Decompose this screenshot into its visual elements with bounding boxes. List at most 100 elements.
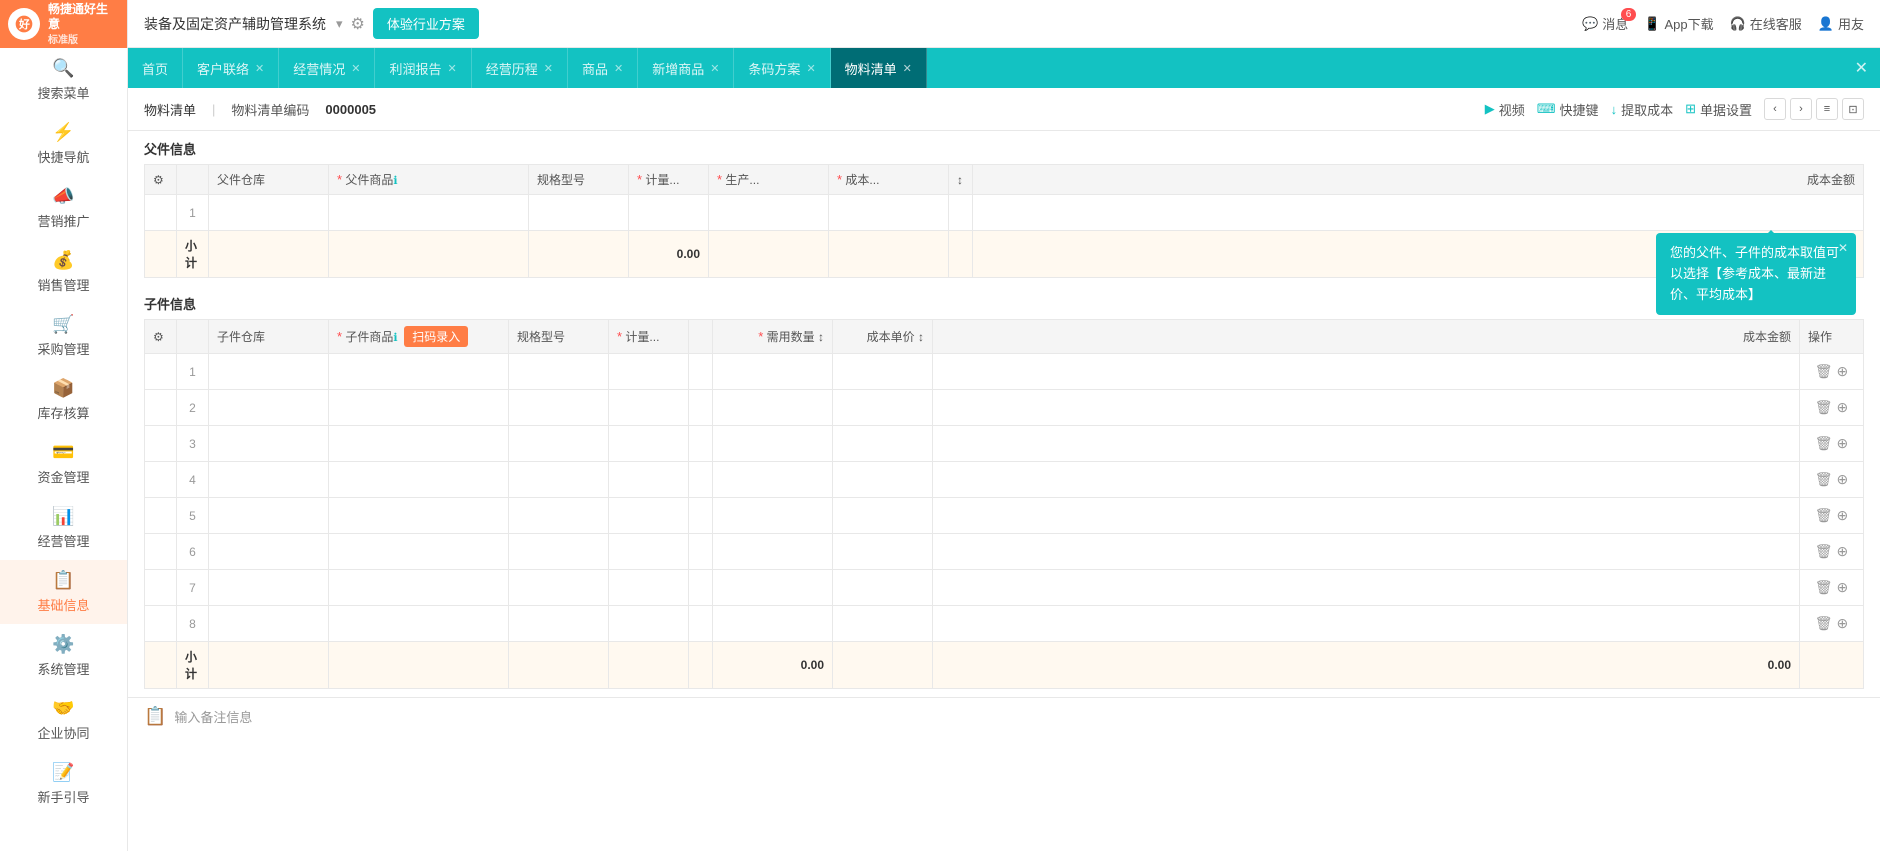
dropdown-arrow-icon[interactable]: ▾	[336, 16, 343, 32]
copy-icon[interactable]: ⊕	[1837, 615, 1849, 632]
td-production[interactable]	[709, 195, 829, 231]
td-spec[interactable]	[509, 426, 609, 462]
tooltip-close-btn[interactable]: ✕	[1838, 239, 1848, 258]
td-child-warehouse[interactable]	[209, 606, 329, 642]
sidebar-item-sales[interactable]: 💰 销售管理	[0, 240, 127, 304]
tab-new-goods[interactable]: 新增商品 ✕	[638, 48, 734, 88]
td-qty[interactable]	[713, 426, 833, 462]
copy-icon[interactable]: ⊕	[1837, 507, 1849, 524]
td-spec[interactable]	[509, 534, 609, 570]
sidebar-item-basic[interactable]: 📋 基础信息	[0, 560, 127, 624]
td-unit[interactable]	[609, 462, 689, 498]
nav-menu-btn[interactable]: ≡	[1816, 98, 1838, 120]
td-unit-price[interactable]	[833, 426, 933, 462]
td-unit-price[interactable]	[833, 462, 933, 498]
sidebar-item-guide[interactable]: 📝 新手引导	[0, 752, 127, 816]
tab-home[interactable]: 首页	[128, 48, 183, 88]
td-child-goods[interactable]	[329, 462, 509, 498]
tab-close-icon[interactable]: ✕	[614, 62, 623, 75]
tab-operation-status[interactable]: 经营情况 ✕	[279, 48, 375, 88]
sidebar-item-finance[interactable]: 💳 资金管理	[0, 432, 127, 496]
tab-profit[interactable]: 利润报告 ✕	[375, 48, 471, 88]
td-child-warehouse[interactable]	[209, 498, 329, 534]
td-spec[interactable]	[509, 354, 609, 390]
delete-icon[interactable]: 🗑	[1815, 507, 1833, 524]
tab-customer[interactable]: 客户联络 ✕	[183, 48, 279, 88]
sidebar-item-marketing[interactable]: 📣 营销推广	[0, 176, 127, 240]
tab-close-icon[interactable]: ✕	[903, 62, 912, 75]
user-avatar[interactable]: 👤 用友	[1818, 14, 1864, 33]
scan-button[interactable]: 扫码录入	[404, 326, 468, 347]
td-spec[interactable]	[529, 195, 629, 231]
tab-bom[interactable]: 物料清单 ✕	[831, 48, 927, 88]
tab-bar-close-icon[interactable]: ✕	[1843, 58, 1880, 78]
td-parent-warehouse[interactable]	[209, 195, 329, 231]
td-child-goods[interactable]	[329, 390, 509, 426]
td-child-warehouse[interactable]	[209, 426, 329, 462]
trial-button[interactable]: 体验行业方案	[373, 8, 479, 39]
td-qty[interactable]	[713, 390, 833, 426]
td-unit[interactable]	[609, 354, 689, 390]
tab-process[interactable]: 经营历程 ✕	[472, 48, 568, 88]
td-child-warehouse[interactable]	[209, 570, 329, 606]
nav-prev-btn[interactable]: ‹	[1764, 98, 1786, 120]
delete-icon[interactable]: 🗑	[1815, 615, 1833, 632]
td-qty[interactable]	[713, 354, 833, 390]
td-unit-price[interactable]	[833, 534, 933, 570]
copy-icon[interactable]: ⊕	[1837, 363, 1849, 380]
td-child-goods[interactable]	[329, 570, 509, 606]
td-child-warehouse[interactable]	[209, 354, 329, 390]
td-unit[interactable]	[629, 195, 709, 231]
nav-expand-btn[interactable]: ⊡	[1842, 98, 1864, 120]
app-download-button[interactable]: 📱 App下载	[1644, 14, 1713, 33]
td-qty[interactable]	[713, 534, 833, 570]
delete-icon[interactable]: 🗑	[1815, 543, 1833, 560]
td-qty[interactable]	[713, 570, 833, 606]
delete-icon[interactable]: 🗑	[1815, 471, 1833, 488]
tab-barcode[interactable]: 条码方案 ✕	[734, 48, 830, 88]
tab-close-icon[interactable]: ✕	[255, 62, 264, 75]
td-child-goods[interactable]	[329, 498, 509, 534]
sidebar-item-collab[interactable]: 🤝 企业协同	[0, 688, 127, 752]
td-qty[interactable]	[713, 498, 833, 534]
sidebar-item-operation[interactable]: 📊 经营管理	[0, 496, 127, 560]
delete-icon[interactable]: 🗑	[1815, 399, 1833, 416]
shortcut-action[interactable]: ⌨ 快捷键	[1537, 100, 1599, 119]
td-unit[interactable]	[609, 606, 689, 642]
td-child-goods[interactable]	[329, 354, 509, 390]
notes-label[interactable]: 输入备注信息	[174, 707, 252, 726]
td-unit[interactable]	[609, 570, 689, 606]
td-child-warehouse[interactable]	[209, 462, 329, 498]
td-unit[interactable]	[609, 390, 689, 426]
tab-close-icon[interactable]: ✕	[710, 62, 719, 75]
tab-goods[interactable]: 商品 ✕	[568, 48, 638, 88]
message-button[interactable]: 💬 6 消息	[1582, 14, 1628, 33]
tab-close-icon[interactable]: ✕	[806, 62, 815, 75]
td-child-warehouse[interactable]	[209, 534, 329, 570]
online-service-button[interactable]: 🎧 在线客服	[1730, 14, 1802, 33]
td-child-goods[interactable]	[329, 534, 509, 570]
td-qty[interactable]	[713, 606, 833, 642]
nav-next-btn[interactable]: ›	[1790, 98, 1812, 120]
single-settings-action[interactable]: ⊞ 单据设置	[1685, 100, 1752, 119]
tab-close-icon[interactable]: ✕	[448, 62, 457, 75]
settings-gear-icon[interactable]: ⚙	[351, 14, 365, 34]
copy-icon[interactable]: ⊕	[1837, 579, 1849, 596]
td-parent-goods[interactable]	[329, 195, 529, 231]
td-unit-price[interactable]	[833, 498, 933, 534]
td-unit-price[interactable]	[833, 354, 933, 390]
td-unit[interactable]	[609, 498, 689, 534]
td-spec[interactable]	[509, 462, 609, 498]
td-child-goods[interactable]	[329, 426, 509, 462]
td-spec[interactable]	[509, 498, 609, 534]
copy-icon[interactable]: ⊕	[1837, 435, 1849, 452]
sidebar-item-quicknav[interactable]: ⚡ 快捷导航	[0, 112, 127, 176]
sidebar-item-inventory[interactable]: 📦 库存核算	[0, 368, 127, 432]
td-child-warehouse[interactable]	[209, 390, 329, 426]
extract-cost-action[interactable]: ↓ 提取成本	[1611, 100, 1674, 119]
td-unit-price[interactable]	[833, 390, 933, 426]
delete-icon[interactable]: 🗑	[1815, 363, 1833, 380]
td-spec[interactable]	[509, 606, 609, 642]
td-spec[interactable]	[509, 390, 609, 426]
copy-icon[interactable]: ⊕	[1837, 471, 1849, 488]
